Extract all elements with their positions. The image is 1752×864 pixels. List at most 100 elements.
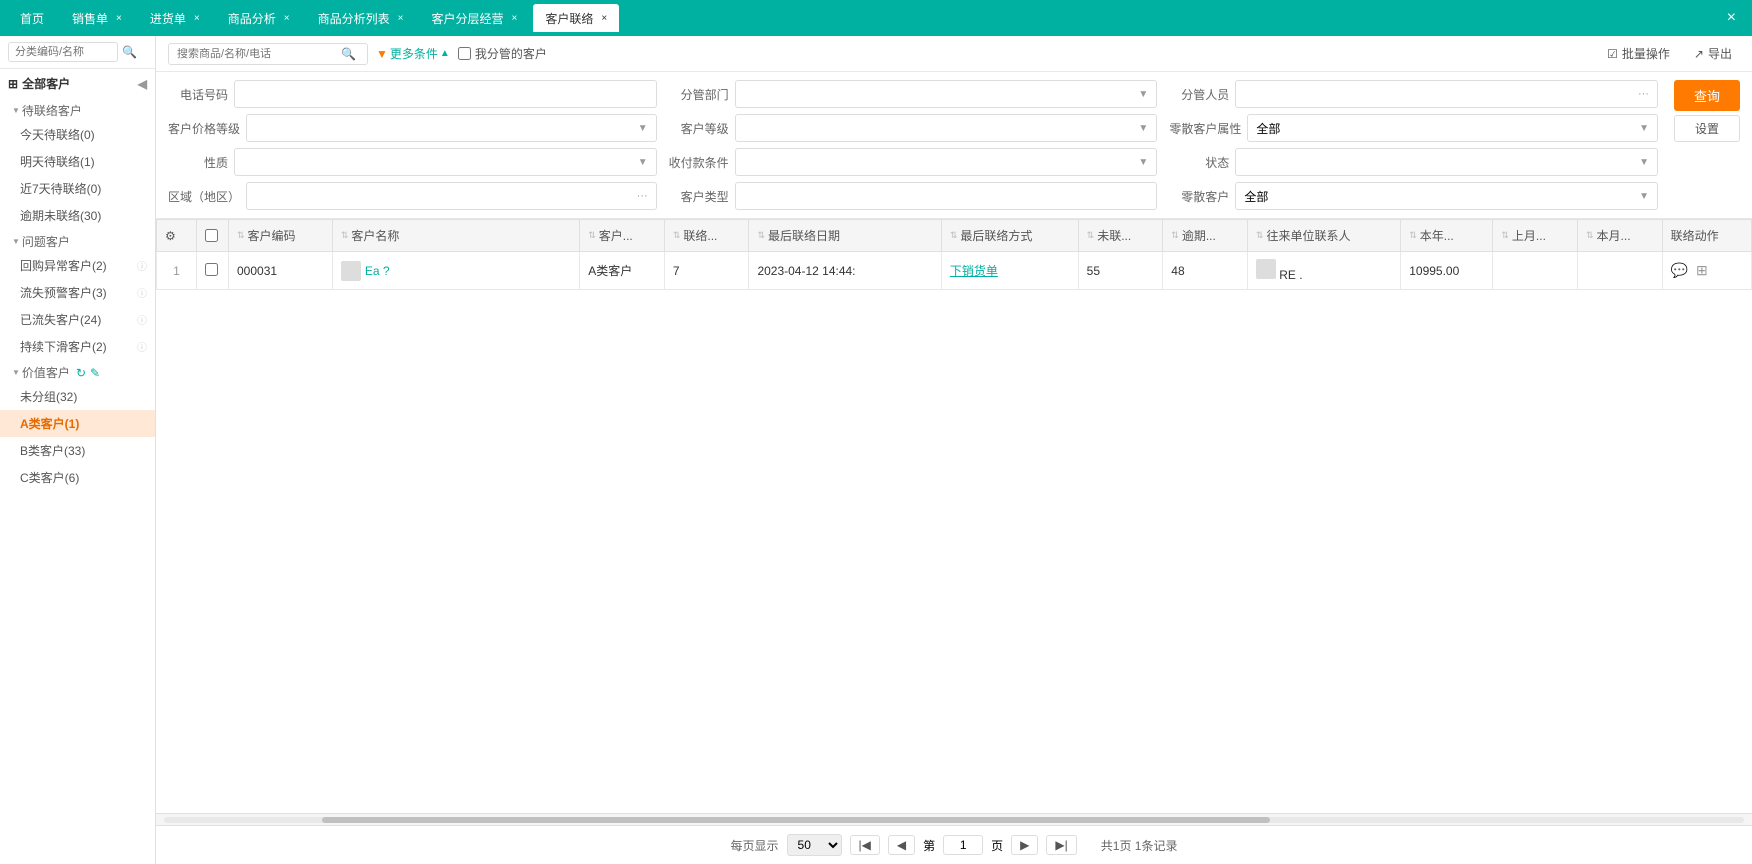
nav-tab-customer-segment[interactable]: 客户分层经营 × [419, 4, 529, 32]
sort-icon-4[interactable]: ⇅ [673, 230, 681, 241]
nav-home[interactable]: 首页 [8, 4, 56, 32]
more-conditions-btn[interactable]: ▼ 更多条件 ▲ [376, 45, 450, 62]
filter-search-box[interactable]: 🔍 [168, 43, 368, 65]
nav-tab-customer-contact[interactable]: 客户联络 × [533, 4, 619, 32]
sidebar-collapse-icon[interactable]: ◀ [138, 77, 147, 91]
th-this-year-label: 本年... [1420, 227, 1454, 244]
filter-person-input[interactable]: ··· [1235, 80, 1658, 108]
export-button[interactable]: ↗ 导出 [1686, 42, 1740, 65]
th-last-month: ⇅ 上月... [1493, 220, 1578, 252]
close-all-button[interactable]: × [1719, 5, 1744, 31]
qr-icon[interactable]: ⊞ [1696, 262, 1708, 279]
first-page-btn[interactable]: |◀ [850, 835, 880, 855]
filter-price-level-dropdown[interactable]: ▼ [246, 114, 657, 142]
filter-retail-attr-dropdown[interactable]: 全部 ▼ [1247, 114, 1658, 142]
table-container: ⚙ ⇅ 客户编码 [156, 219, 1752, 813]
group-pending-label[interactable]: ▼ 待联络客户 [0, 98, 155, 121]
next-page-btn[interactable]: ▶ [1011, 835, 1038, 855]
nav-tab-analysis-label: 商品分析 [228, 10, 276, 27]
sidebar-item-today[interactable]: 今天待联络(0) [0, 121, 155, 148]
nav-tab-sales-close[interactable]: × [116, 13, 122, 24]
filter-nature-label: 性质 [168, 154, 228, 171]
sidebar-item-churn-warning[interactable]: 流失预警客户(3) ⓘ [0, 279, 155, 306]
filter-row-3: 性质 ▼ 收付款条件 ▼ [168, 148, 1658, 176]
sort-icon-5[interactable]: ⇅ [757, 230, 765, 241]
customer-name[interactable]: Ea ? [365, 264, 390, 278]
filter-customer-level-dropdown[interactable]: ▼ [735, 114, 1158, 142]
sidebar-item-overdue[interactable]: 逾期未联络(30) [0, 202, 155, 229]
last-contact-method[interactable]: 下销货单 [950, 264, 998, 278]
sidebar-search-icon[interactable]: 🔍 [122, 45, 137, 59]
sidebar-item-declining[interactable]: 持续下滑客户(2) ⓘ [0, 333, 155, 360]
person-more-icon: ··· [1638, 88, 1649, 100]
retail-customer-value: 全部 [1244, 188, 1268, 205]
gear-icon[interactable]: ⚙ [165, 229, 176, 243]
my-customers-checkbox[interactable] [458, 47, 471, 60]
prev-page-btn[interactable]: ◀ [888, 835, 915, 855]
th-last-month-label: 上月... [1512, 227, 1546, 244]
nav-tab-sales[interactable]: 销售单 × [60, 4, 134, 32]
horizontal-scrollbar[interactable] [156, 813, 1752, 825]
pending-group-title: 待联络客户 [22, 102, 82, 119]
all-customers-header[interactable]: ⊞ 全部客户 ◀ [0, 69, 155, 98]
th-name-label: 客户名称 [351, 227, 399, 244]
filter-search-input[interactable] [177, 48, 337, 60]
th-action-label: 联络动作 [1671, 227, 1719, 244]
nav-tab-analysis-close[interactable]: × [284, 13, 290, 24]
sort-icon-10[interactable]: ⇅ [1409, 230, 1417, 241]
nav-tab-customer-contact-close[interactable]: × [601, 13, 607, 24]
filter-nature-dropdown[interactable]: ▼ [234, 148, 657, 176]
page-size-select[interactable]: 50 100 200 [787, 834, 842, 856]
filter-dept-dropdown[interactable]: ▼ [735, 80, 1158, 108]
sidebar-item-abnormal[interactable]: 回购异常客户(2) ⓘ [0, 252, 155, 279]
sidebar-item-b-class[interactable]: B类客户(33) [0, 437, 155, 464]
edit-icon[interactable]: ✎ [90, 366, 100, 380]
filter-search-icon[interactable]: 🔍 [341, 47, 356, 61]
select-all-checkbox[interactable] [205, 229, 218, 242]
sort-icon-3[interactable]: ⇅ [588, 230, 596, 241]
settings-button[interactable]: 设置 [1674, 115, 1740, 142]
nav-tab-purchase-close[interactable]: × [194, 13, 200, 24]
sidebar-item-a-class[interactable]: A类客户(1) [0, 410, 155, 437]
all-customers-label: 全部客户 [22, 75, 70, 92]
nav-tab-analysis[interactable]: 商品分析 × [216, 4, 302, 32]
nav-tab-analysis-list[interactable]: 商品分析列表 × [306, 4, 416, 32]
sort-icon-7[interactable]: ⇅ [1087, 230, 1095, 241]
batch-op-button[interactable]: ☑ 批量操作 [1599, 42, 1678, 65]
th-contact: ⇅ 联络... [664, 220, 749, 252]
sidebar-item-tomorrow[interactable]: 明天待联络(1) [0, 148, 155, 175]
current-page-input[interactable] [943, 835, 983, 855]
group-problem-label[interactable]: ▼ 问题客户 [0, 229, 155, 252]
sort-icon[interactable]: ⇅ [237, 230, 245, 241]
triangle-icon: ▼ [12, 106, 20, 115]
query-button[interactable]: 查询 [1674, 80, 1740, 111]
sidebar-search-input[interactable] [8, 42, 118, 62]
nav-tab-purchase[interactable]: 进货单 × [138, 4, 212, 32]
filter-retail-customer-dropdown[interactable]: 全部 ▼ [1235, 182, 1658, 210]
cell-last-month [1493, 252, 1578, 290]
filter-customer-type-input[interactable] [735, 182, 1158, 210]
filter-price-level: 客户价格等级 ▼ [168, 114, 657, 142]
filter-payment-dropdown[interactable]: ▼ [735, 148, 1158, 176]
last-page-btn[interactable]: ▶| [1046, 835, 1076, 855]
nav-tab-analysis-list-close[interactable]: × [398, 13, 404, 24]
sort-icon-2[interactable]: ⇅ [341, 230, 349, 241]
sort-icon-12[interactable]: ⇅ [1586, 230, 1594, 241]
sidebar-item-churned[interactable]: 已流失客户(24) ⓘ [0, 306, 155, 333]
group-value-label[interactable]: ▼ 价值客户 ↻ ✎ [0, 360, 155, 383]
filter-phone-input[interactable] [234, 80, 657, 108]
sidebar-item-7days[interactable]: 近7天待联络(0) [0, 175, 155, 202]
sort-icon-8[interactable]: ⇅ [1171, 230, 1179, 241]
sort-icon-11[interactable]: ⇅ [1501, 230, 1509, 241]
chat-icon[interactable]: 💬 [1671, 262, 1688, 279]
filter-status-dropdown[interactable]: ▼ [1235, 148, 1658, 176]
nav-tab-customer-segment-close[interactable]: × [511, 13, 517, 24]
sidebar-item-unclassified[interactable]: 未分组(32) [0, 383, 155, 410]
refresh-icon[interactable]: ↻ [76, 366, 86, 380]
filter-region-input[interactable]: ··· [246, 182, 657, 210]
sort-icon-6[interactable]: ⇅ [950, 230, 958, 241]
grid-icon: ⊞ [8, 77, 18, 91]
row-checkbox[interactable] [205, 263, 218, 276]
sidebar-item-c-class[interactable]: C类客户(6) [0, 464, 155, 491]
sort-icon-9[interactable]: ⇅ [1256, 230, 1264, 241]
